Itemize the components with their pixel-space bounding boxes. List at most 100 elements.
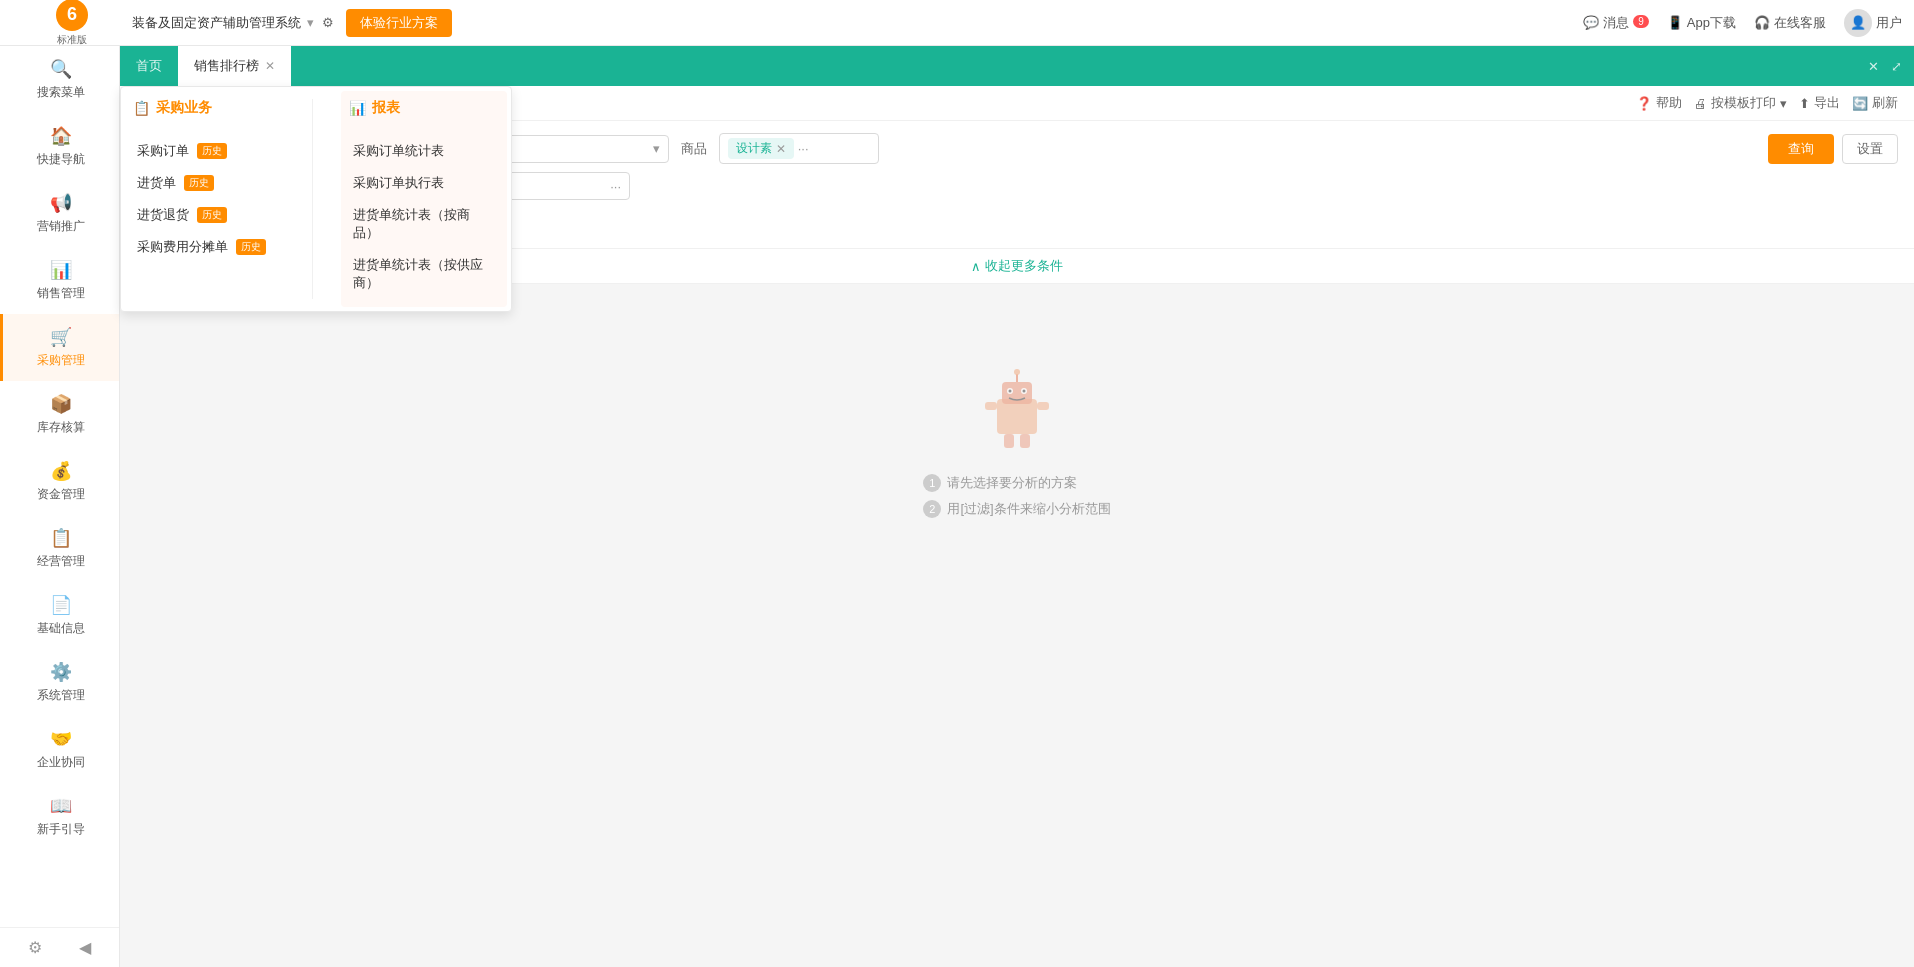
print-dropdown-icon: ▾ <box>1780 96 1787 111</box>
sidebar-label-inventory: 库存核算 <box>37 419 85 436</box>
refresh-btn[interactable]: 🔄 刷新 <box>1852 94 1898 112</box>
sidebar-item-system[interactable]: ⚙️ 系统管理 <box>0 649 119 716</box>
enterprise-icon: 🤝 <box>50 728 72 750</box>
notification-item[interactable]: 💬 消息 9 <box>1583 14 1649 32</box>
menu-section-report: 📊 报表 采购订单统计表 采购订单执行表 进货单统计表（按商品） 进货单统计表（… <box>341 91 508 307</box>
sidebar-item-basic[interactable]: 📄 基础信息 <box>0 582 119 649</box>
tab-expand-icon[interactable]: ⤢ <box>1891 59 1902 74</box>
inventory-icon: 📦 <box>50 393 72 415</box>
empty-illustration <box>967 364 1067 454</box>
menu-item-return[interactable]: 进货退货 历史 <box>133 199 284 231</box>
guide-icon: 📖 <box>50 795 72 817</box>
system-icon: ⚙️ <box>50 661 72 683</box>
svg-point-4 <box>1009 390 1012 393</box>
goods-label: 商品 <box>681 140 707 158</box>
logo-icon: 6 <box>56 0 88 31</box>
svg-rect-0 <box>997 399 1037 434</box>
report-section-icon: 📊 <box>349 100 366 116</box>
menu-section-report-title: 📊 报表 <box>349 99 500 123</box>
home-icon: 🏠 <box>50 125 72 147</box>
sidebar-label-enterprise: 企业协同 <box>37 754 85 771</box>
sidebar-item-capital[interactable]: 💰 资金管理 <box>0 448 119 515</box>
sidebar-item-marketing[interactable]: 📢 营销推广 <box>0 180 119 247</box>
status-dropdown-icon: ▾ <box>653 141 660 156</box>
goods-tag-remove[interactable]: ✕ <box>776 142 786 156</box>
sidebar-item-search[interactable]: 🔍 搜索菜单 <box>0 46 119 113</box>
online-service-item[interactable]: 🎧 在线客服 <box>1754 14 1826 32</box>
tab-home[interactable]: 首页 <box>120 46 178 86</box>
sidebar-item-quick-nav[interactable]: 🏠 快捷导航 <box>0 113 119 180</box>
export-icon: ⬆ <box>1799 96 1810 111</box>
sidebar-item-guide[interactable]: 📖 新手引导 <box>0 783 119 850</box>
purchase-section-icon: 📋 <box>133 100 150 116</box>
collapse-arrow-icon: ∧ <box>971 259 981 274</box>
sidebar-label-sales: 销售管理 <box>37 285 85 302</box>
logo-text: 标准版 <box>57 33 87 47</box>
sidebar-item-sales[interactable]: 📊 销售管理 <box>0 247 119 314</box>
menu-item-report-2[interactable]: 进货单统计表（按商品） <box>349 199 500 249</box>
industry-btn[interactable]: 体验行业方案 <box>346 9 452 37</box>
empty-text: 1 请先选择要分析的方案 2 用[过滤]条件来缩小分析范围 <box>923 470 1110 522</box>
menu-item-purchase-order[interactable]: 采购订单 历史 <box>133 135 284 167</box>
empty-state: 1 请先选择要分析的方案 2 用[过滤]条件来缩小分析范围 <box>120 284 1914 602</box>
app-download-item[interactable]: 📱 App下载 <box>1667 14 1736 32</box>
history-badge-0: 历史 <box>197 143 227 159</box>
tab-close-icon[interactable]: ✕ <box>265 59 275 73</box>
marketing-icon: 📢 <box>50 192 72 214</box>
menu-section-purchase-title: 📋 采购业务 <box>133 99 284 123</box>
sidebar-label-system: 系统管理 <box>37 687 85 704</box>
goods-select[interactable]: 设计素 ✕ ··· <box>719 133 879 164</box>
help-btn[interactable]: ❓ 帮助 <box>1636 94 1682 112</box>
tab-close-all-icon[interactable]: ✕ <box>1868 59 1879 74</box>
svg-rect-6 <box>985 402 997 410</box>
menu-section-purchase: 📋 采购业务 采购订单 历史 进货单 历史 进货退货 历史 采购费用分摊单 历史 <box>133 99 284 299</box>
headset-icon: 🎧 <box>1754 15 1770 30</box>
tab-sales-rank[interactable]: 销售排行榜 ✕ <box>178 46 291 86</box>
sidebar: 🔍 搜索菜单 🏠 快捷导航 📢 营销推广 📊 销售管理 🛒 采购管理 📦 库存核… <box>0 46 120 967</box>
sidebar-collapse-btn[interactable]: ◀ <box>79 938 91 957</box>
sidebar-label-search: 搜索菜单 <box>37 84 85 101</box>
export-btn[interactable]: ⬆ 导出 <box>1799 94 1840 112</box>
menu-item-expense[interactable]: 采购费用分摊单 历史 <box>133 231 284 263</box>
purchase-dropdown-menu: 📋 采购业务 采购订单 历史 进货单 历史 进货退货 历史 采购费用分摊单 历史… <box>120 86 512 312</box>
top-bar-right: 💬 消息 9 📱 App下载 🎧 在线客服 👤 用户 <box>1583 9 1902 37</box>
tab-bar: 首页 销售排行榜 ✕ ✕ ⤢ <box>120 46 1914 86</box>
svg-point-11 <box>1014 369 1020 375</box>
goods-tag: 设计素 ✕ <box>728 138 794 159</box>
svg-rect-8 <box>1004 434 1014 448</box>
sidebar-item-enterprise[interactable]: 🤝 企业协同 <box>0 716 119 783</box>
system-name[interactable]: 装备及固定资产辅助管理系统 ▾ <box>132 14 314 32</box>
purchase-icon: 🛒 <box>50 326 72 348</box>
capital-icon: 💰 <box>50 460 72 482</box>
sidebar-item-inventory[interactable]: 📦 库存核算 <box>0 381 119 448</box>
settings-icon[interactable]: ⚙ <box>322 15 334 30</box>
system-dropdown-arrow: ▾ <box>307 15 314 30</box>
sidebar-label-marketing: 营销推广 <box>37 218 85 235</box>
query-button[interactable]: 查询 <box>1768 134 1834 164</box>
sidebar-settings-btn[interactable]: ⚙ <box>28 938 42 957</box>
setting-button[interactable]: 设置 <box>1842 134 1898 164</box>
menu-divider <box>312 99 313 299</box>
print-btn[interactable]: 🖨 按模板打印 ▾ <box>1694 94 1787 112</box>
svg-rect-7 <box>1037 402 1049 410</box>
history-badge-3: 历史 <box>236 239 266 255</box>
sidebar-item-operation[interactable]: 📋 经营管理 <box>0 515 119 582</box>
menu-item-report-0[interactable]: 采购订单统计表 <box>349 135 500 167</box>
notification-icon: 💬 <box>1583 15 1599 30</box>
user-item[interactable]: 👤 用户 <box>1844 9 1902 37</box>
salesperson-more[interactable]: ··· <box>610 179 621 194</box>
menu-item-report-1[interactable]: 采购订单执行表 <box>349 167 500 199</box>
sidebar-label-guide: 新手引导 <box>37 821 85 838</box>
refresh-icon: 🔄 <box>1852 96 1868 111</box>
top-bar: 6 标准版 装备及固定资产辅助管理系统 ▾ ⚙ 体验行业方案 💬 消息 9 📱 … <box>0 0 1914 46</box>
avatar: 👤 <box>1844 9 1872 37</box>
goods-more-btn[interactable]: ··· <box>798 141 809 156</box>
menu-item-label: 采购订单 <box>137 142 189 160</box>
sidebar-label-purchase: 采购管理 <box>37 352 85 369</box>
history-badge-1: 历史 <box>184 175 214 191</box>
sidebar-label-basic: 基础信息 <box>37 620 85 637</box>
menu-item-report-3[interactable]: 进货单统计表（按供应商） <box>349 249 500 299</box>
sidebar-item-purchase[interactable]: 🛒 采购管理 <box>0 314 119 381</box>
print-icon: 🖨 <box>1694 96 1707 111</box>
menu-item-inbound[interactable]: 进货单 历史 <box>133 167 284 199</box>
